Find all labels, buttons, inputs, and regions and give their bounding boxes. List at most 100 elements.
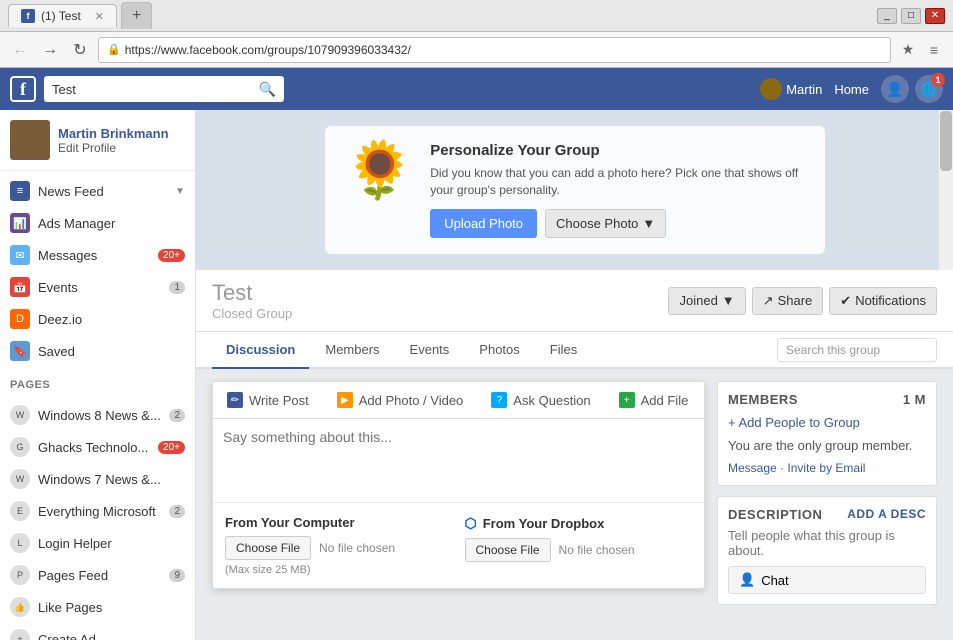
bookmark-icon[interactable]: ★ — [897, 39, 919, 61]
minimize-btn[interactable]: _ — [877, 8, 897, 24]
fb-username: Martin — [786, 82, 822, 97]
sidebar-item-create-ad[interactable]: + Create Ad — [0, 623, 195, 640]
message-link[interactable]: Message — [728, 461, 777, 475]
tab-favicon: f — [21, 9, 35, 23]
browser-tab[interactable]: f (1) Test ✕ — [8, 4, 117, 27]
microsoft-page-icon: E — [10, 501, 30, 521]
address-bar: ← → ↻ 🔒 https://www.facebook.com/groups/… — [0, 32, 953, 68]
close-btn[interactable]: ✕ — [925, 8, 945, 24]
add-file-label: Add File — [641, 393, 689, 408]
choose-file-btn-1[interactable]: Choose File — [225, 536, 311, 560]
group-name: Test — [212, 280, 292, 306]
sidebar-avatar — [10, 120, 50, 160]
from-computer-title: From Your Computer — [225, 515, 453, 530]
sidebar-ads-label: Ads Manager — [38, 216, 115, 231]
browser-frame: f (1) Test ✕ + _ □ ✕ ← → ↻ 🔒 https://www… — [0, 0, 953, 640]
address-input[interactable]: 🔒 https://www.facebook.com/groups/107909… — [98, 37, 891, 63]
share-label: Share — [778, 293, 813, 308]
news-feed-arrow: ▼ — [175, 186, 185, 197]
tab-files[interactable]: Files — [536, 332, 591, 369]
fb-user-profile[interactable]: Martin — [760, 78, 822, 100]
tab-close-btn[interactable]: ✕ — [95, 10, 104, 23]
fb-home-link[interactable]: Home — [834, 82, 869, 97]
refresh-btn[interactable]: ↻ — [68, 38, 92, 62]
sidebar-item-newsfeed[interactable]: ≡ News Feed ▼ — [0, 175, 195, 207]
group-main: ✏ Write Post ▶ Add Photo / Video ? Ask Q… — [196, 369, 953, 617]
fb-header-right: Martin Home 👤 🌐 1 — [760, 75, 943, 103]
group-info-bar: Test Closed Group Joined ▼ ↗ Share ✔ Not… — [196, 270, 953, 332]
sidebar-edit-profile[interactable]: Edit Profile — [58, 141, 169, 155]
maximize-btn[interactable]: □ — [901, 8, 921, 24]
fb-logo: f — [10, 76, 36, 102]
sidebar-item-events[interactable]: 📅 Events 1 — [0, 271, 195, 303]
choose-file-btn-2[interactable]: Choose File — [465, 538, 551, 562]
dropbox-icon: ⬡ — [465, 515, 477, 532]
sidebar-deez-label: Deez.io — [38, 312, 82, 327]
new-tab-btn[interactable]: + — [121, 2, 152, 29]
sidebar-item-deez[interactable]: D Deez.io — [0, 303, 195, 335]
chat-btn[interactable]: 👤 Chat — [728, 566, 926, 594]
tab-title: (1) Test — [41, 9, 81, 23]
messages-icon: ✉ — [10, 245, 30, 265]
notifications-btn[interactable]: ✔ Notifications — [829, 287, 937, 315]
scrollbar-track[interactable] — [939, 110, 953, 270]
add-people-link[interactable]: + Add People to Group — [728, 415, 926, 430]
sidebar-item-win7[interactable]: W Windows 7 News &... — [0, 463, 195, 495]
back-btn[interactable]: ← — [8, 38, 32, 62]
ghacks-page-icon: G — [10, 437, 30, 457]
win8-badge: 2 — [169, 409, 185, 422]
share-btn[interactable]: ↗ Share — [752, 287, 824, 315]
notif-icon: ✔ — [840, 293, 851, 309]
invite-link[interactable]: Invite by Email — [787, 461, 865, 475]
sidebar-item-win8[interactable]: W Windows 8 News &... 2 — [0, 399, 195, 431]
post-tab-file[interactable]: + Add File — [605, 382, 703, 418]
add-photo-icon: ▶ — [337, 392, 353, 408]
sidebar-login-helper-label: Login Helper — [38, 536, 112, 551]
fb-search-input[interactable] — [52, 82, 253, 97]
tab-search-box[interactable]: Search this group — [777, 338, 937, 362]
sidebar-win7-label: Windows 7 News &... — [38, 472, 161, 487]
create-ad-icon: + — [10, 629, 30, 640]
sidebar-item-login-helper[interactable]: L Login Helper — [0, 527, 195, 559]
menu-icon[interactable]: ≡ — [923, 39, 945, 61]
fb-notifications-btn[interactable]: 🌐 1 — [915, 75, 943, 103]
upload-photo-btn[interactable]: Upload Photo — [430, 209, 537, 238]
choose-photo-btn[interactable]: Choose Photo ▼ — [545, 209, 666, 238]
tab-events[interactable]: Events — [396, 332, 464, 369]
sidebar-item-like-pages[interactable]: 👍 Like Pages — [0, 591, 195, 623]
sidebar-item-messages[interactable]: ✉ Messages 20+ — [0, 239, 195, 271]
sidebar-item-saved[interactable]: 🔖 Saved — [0, 335, 195, 367]
scrollbar-thumb[interactable] — [940, 111, 952, 171]
page-content: 🌻 Personalize Your Group Did you know th… — [196, 110, 953, 640]
microsoft-badge: 2 — [169, 505, 185, 518]
post-tab-write[interactable]: ✏ Write Post — [213, 382, 323, 418]
tab-photos[interactable]: Photos — [465, 332, 533, 369]
sidebar-pages-feed-label: Pages Feed — [38, 568, 108, 583]
description-title: DESCRIPTION Add a Desc — [728, 507, 926, 522]
tab-members[interactable]: Members — [311, 332, 393, 369]
sidebar-profile-name[interactable]: Martin Brinkmann — [58, 126, 169, 141]
post-input[interactable] — [223, 429, 694, 489]
sidebar-win8-label: Windows 8 News &... — [38, 408, 161, 423]
group-title-area: Test Closed Group — [212, 280, 292, 321]
sidebar-item-ghacks[interactable]: G Ghacks Technolo... 20+ — [0, 431, 195, 463]
post-tab-photo[interactable]: ▶ Add Photo / Video — [323, 382, 478, 418]
sidebar-item-pages-feed[interactable]: P Pages Feed 9 — [0, 559, 195, 591]
from-computer-label: From Your Computer — [225, 515, 355, 530]
sidebar-newsfeed-label: News Feed — [38, 184, 104, 199]
fb-friend-requests-btn[interactable]: 👤 — [881, 75, 909, 103]
lock-icon: 🔒 — [107, 43, 121, 56]
fb-search-box[interactable]: 🔍 — [44, 76, 284, 102]
tab-discussion[interactable]: Discussion — [212, 332, 309, 369]
win7-page-icon: W — [10, 469, 30, 489]
ads-icon: 📊 — [10, 213, 30, 233]
joined-btn[interactable]: Joined ▼ — [668, 287, 745, 315]
sidebar-item-ads[interactable]: 📊 Ads Manager — [0, 207, 195, 239]
post-tab-question[interactable]: ? Ask Question — [477, 382, 604, 418]
sidebar-item-microsoft[interactable]: E Everything Microsoft 2 — [0, 495, 195, 527]
forward-btn[interactable]: → — [38, 38, 62, 62]
fb-search-icon[interactable]: 🔍 — [259, 81, 276, 98]
post-area — [213, 419, 704, 502]
deez-icon: D — [10, 309, 30, 329]
add-desc-link[interactable]: Add a Desc — [847, 507, 926, 522]
